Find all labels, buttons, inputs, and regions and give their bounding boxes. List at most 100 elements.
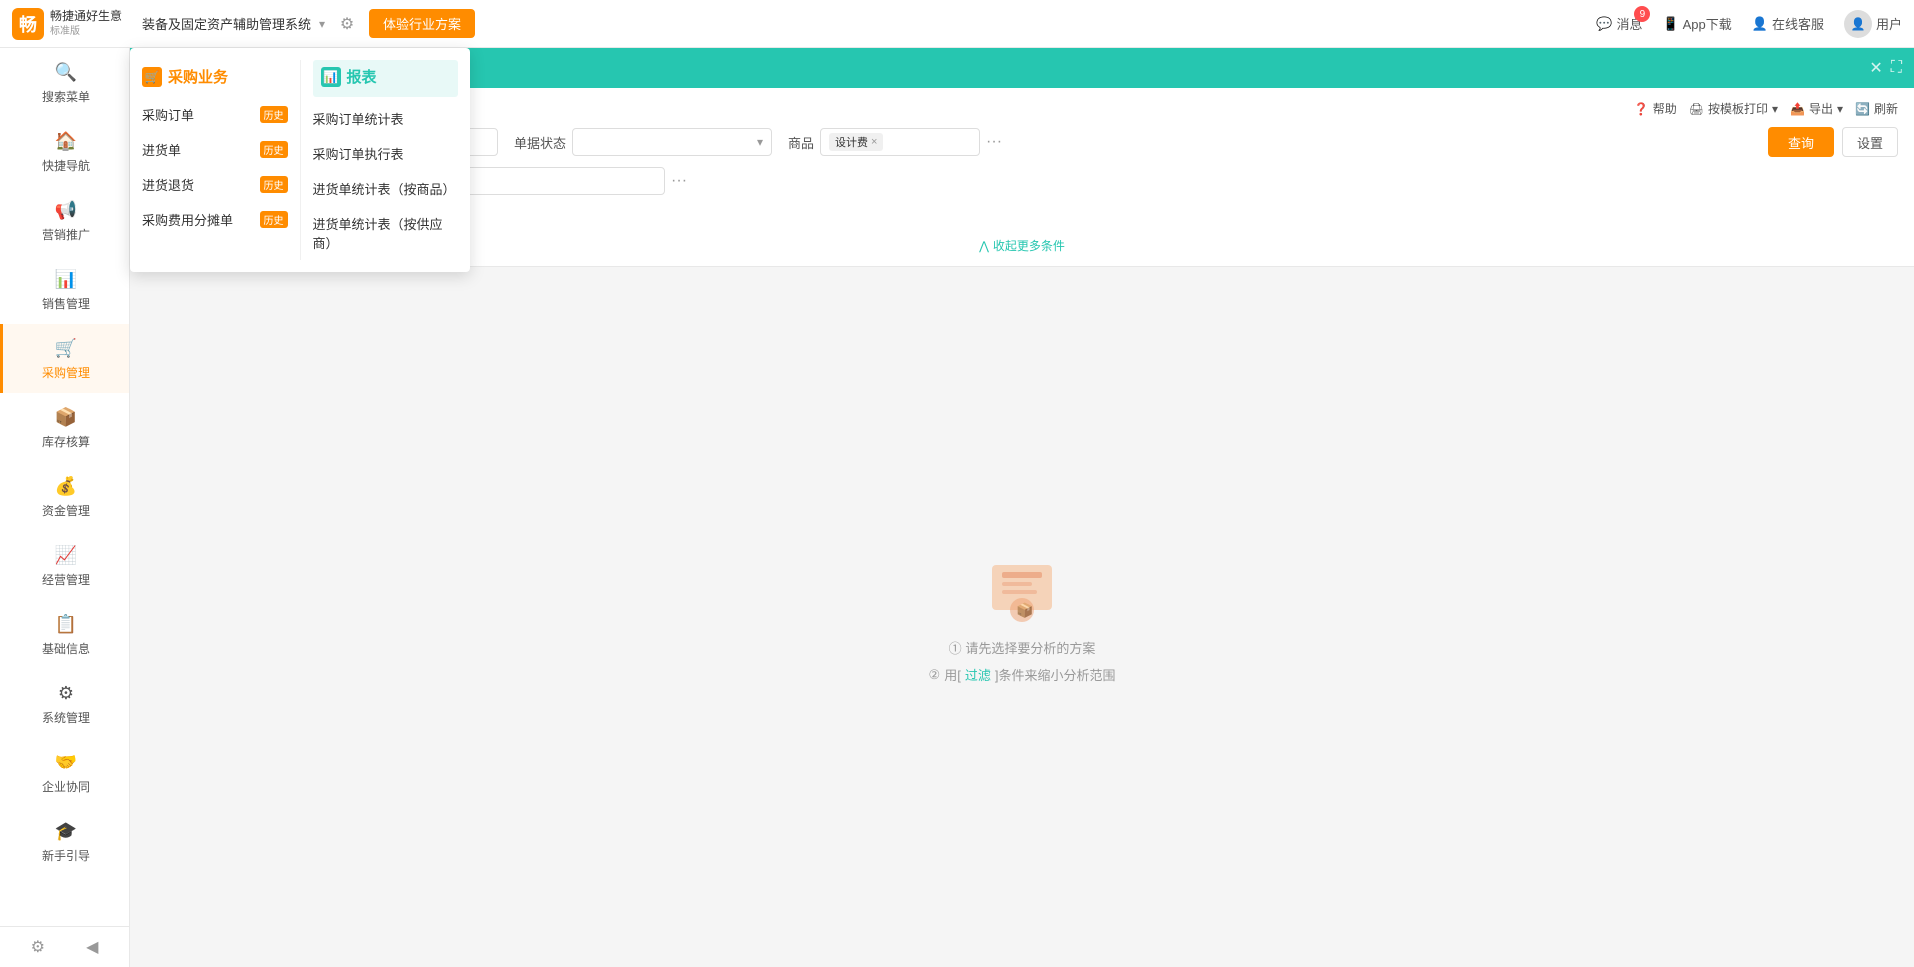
message-btn[interactable]: 💬 消息 9 xyxy=(1596,14,1642,33)
user-btn[interactable]: 👤 用户 xyxy=(1844,10,1902,38)
purchase-col-icon: 🛒 xyxy=(142,67,162,87)
sidebar-label-search: 搜索菜单 xyxy=(42,88,90,105)
dropdown-item-purchase-order[interactable]: 采购订单 历史 xyxy=(142,97,288,132)
export-label: 导出 xyxy=(1809,100,1833,117)
phone-icon: 📱 xyxy=(1662,16,1678,32)
sidebar-item-basic-info[interactable]: 📋 基础信息 xyxy=(0,600,129,669)
sidebar-collapse-btn[interactable]: ◀ xyxy=(86,937,98,957)
sales-icon: 📊 xyxy=(54,267,78,291)
tab-maximize-icon[interactable]: ⛶ xyxy=(1891,59,1902,77)
logo-text: 畅捷通好生意 标准版 xyxy=(50,9,122,38)
tab-close-all-icon[interactable]: ✕ xyxy=(1869,58,1882,78)
system-settings-icon[interactable]: ⚙ xyxy=(333,10,361,38)
sidebar-settings-btn[interactable]: ⚙ xyxy=(31,937,45,957)
sidebar-item-sales[interactable]: 📊 销售管理 xyxy=(0,255,129,324)
print-btn[interactable]: 🖨 按模板打印 ▾ xyxy=(1689,100,1778,117)
print-icon: 🖨 xyxy=(1689,102,1704,116)
help-label: 帮助 xyxy=(1653,100,1677,117)
salesperson-filter-select[interactable] xyxy=(465,167,665,195)
sidebar-item-guide[interactable]: 🎓 新手引导 xyxy=(0,807,129,876)
dropdown-item-inbound[interactable]: 进货单 历史 xyxy=(142,132,288,167)
dropdown-item-purchase-order-stats[interactable]: 采购订单统计表 xyxy=(313,101,459,136)
sidebar-item-marketing[interactable]: 📢 营销推广 xyxy=(0,186,129,255)
sidebar-item-system[interactable]: ⚙ 系统管理 xyxy=(0,669,129,738)
export-btn[interactable]: 📤 导出 ▾ xyxy=(1790,100,1843,117)
goods-tag: 设计费 × xyxy=(829,133,883,151)
export-dropdown-arrow: ▾ xyxy=(1837,102,1843,116)
main-layout: 🔍 搜索菜单 🏠 快捷导航 📢 营销推广 📊 销售管理 🛒 采购管理 📦 库存核… xyxy=(0,48,1914,967)
purchase-order-stats-label: 采购订单统计表 xyxy=(313,109,404,128)
empty-state: 📦 ① 请先选择要分析的方案 ② 用[ 过滤 ]条件来缩小分析范围 xyxy=(130,267,1914,967)
inbound-label: 进货单 xyxy=(142,140,181,159)
app-download-btn[interactable]: 📱 App下载 xyxy=(1662,14,1731,33)
settings-btn[interactable]: 设置 xyxy=(1842,127,1898,157)
collapse-btn[interactable]: ⋀ 收起更多条件 xyxy=(979,237,1065,254)
home-icon: 🏠 xyxy=(54,129,78,153)
empty-tip2: ② 用[ 过滤 ]条件来缩小分析范围 xyxy=(929,665,1116,684)
message-badge: 9 xyxy=(1634,6,1650,22)
sidebar-item-operations[interactable]: 📈 经营管理 xyxy=(0,531,129,600)
goods-filter-label: 商品 xyxy=(788,133,814,152)
collapse-up-icon: ⋀ xyxy=(979,239,989,253)
dropdown-item-cost-alloc[interactable]: 采购费用分摊单 历史 xyxy=(142,202,288,237)
refresh-btn[interactable]: 🔄 刷新 xyxy=(1855,100,1898,117)
user-label: 用户 xyxy=(1876,14,1902,33)
dropdown-item-inbound-stats-goods[interactable]: 进货单统计表（按商品） xyxy=(313,171,459,206)
sidebar-item-purchase[interactable]: 🛒 采购管理 xyxy=(0,324,129,393)
sidebar-label-system: 系统管理 xyxy=(42,709,90,726)
avatar-icon: 👤 xyxy=(1851,17,1866,31)
top-header: 畅 畅捷通好生意 标准版 装备及固定资产辅助管理系统 ▾ ⚙ 体验行业方案 💬 … xyxy=(0,0,1914,48)
dropdown-item-return[interactable]: 进货退货 历史 xyxy=(142,167,288,202)
sidebar-item-nav[interactable]: 🏠 快捷导航 xyxy=(0,117,129,186)
sidebar-item-search[interactable]: 🔍 搜索菜单 xyxy=(0,48,129,117)
help-btn[interactable]: ❓ 帮助 xyxy=(1634,100,1677,117)
cost-alloc-history: 历史 xyxy=(260,211,288,228)
purchase-order-label: 采购订单 xyxy=(142,105,194,124)
message-icon: 💬 xyxy=(1596,16,1612,32)
sidebar-item-finance[interactable]: 💰 资金管理 xyxy=(0,462,129,531)
dropdown-menu-inner: 🛒 采购业务 采购订单 历史 进货单 历史 进货退货 历史 采购费用分摊 xyxy=(130,60,470,260)
help-icon: ❓ xyxy=(1634,102,1649,116)
status-filter-select[interactable]: ▾ xyxy=(572,128,772,156)
sidebar-label-basic-info: 基础信息 xyxy=(42,640,90,657)
online-service-label: 在线客服 xyxy=(1772,14,1824,33)
system-dropdown-arrow[interactable]: ▾ xyxy=(319,17,325,31)
goods-filter-select[interactable]: 设计费 × xyxy=(820,128,980,156)
inbound-stats-supplier-label: 进货单统计表（按供应商） xyxy=(313,214,459,252)
goods-tag-remove[interactable]: × xyxy=(871,136,877,148)
svg-text:📦: 📦 xyxy=(1016,602,1033,619)
sidebar-item-inventory[interactable]: 📦 库存核算 xyxy=(0,393,129,462)
finance-icon: 💰 xyxy=(54,474,78,498)
online-service-btn[interactable]: 👤 在线客服 xyxy=(1752,14,1824,33)
salesperson-more-btn[interactable]: ··· xyxy=(671,172,687,190)
avatar: 👤 xyxy=(1844,10,1872,38)
inbound-history: 历史 xyxy=(260,141,288,158)
filter-status: 单据状态 ▾ xyxy=(514,128,772,156)
dropdown-item-inbound-stats-supplier[interactable]: 进货单统计表（按供应商） xyxy=(313,206,459,260)
logo-line2: 标准版 xyxy=(50,25,122,38)
goods-more-btn[interactable]: ··· xyxy=(986,133,1002,151)
status-filter-label: 单据状态 xyxy=(514,133,566,152)
purchase-dropdown-menu: 🛒 采购业务 采购订单 历史 进货单 历史 进货退货 历史 采购费用分摊 xyxy=(130,48,470,272)
header-middle: 装备及固定资产辅助管理系统 ▾ ⚙ 体验行业方案 xyxy=(142,9,1596,38)
inbound-stats-goods-label: 进货单统计表（按商品） xyxy=(313,179,456,198)
sidebar-label-purchase: 采购管理 xyxy=(42,364,90,381)
refresh-icon: 🔄 xyxy=(1855,102,1870,116)
dropdown-item-purchase-order-exec[interactable]: 采购订单执行表 xyxy=(313,136,459,171)
return-label: 进货退货 xyxy=(142,175,194,194)
collapse-label: 收起更多条件 xyxy=(993,237,1065,254)
dropdown-report-col: 📊 报表 采购订单统计表 采购订单执行表 进货单统计表（按商品） 进货单统计表（… xyxy=(301,60,471,260)
industry-btn[interactable]: 体验行业方案 xyxy=(369,9,475,38)
tab-bar-right: ✕ ⛶ xyxy=(1869,58,1914,78)
purchase-icon: 🛒 xyxy=(54,336,78,360)
header-right: 💬 消息 9 📱 App下载 👤 在线客服 👤 用户 xyxy=(1596,10,1902,38)
action-btns: 查询 设置 xyxy=(1768,127,1898,157)
sidebar-item-enterprise[interactable]: 🤝 企业协同 xyxy=(0,738,129,807)
query-btn[interactable]: 查询 xyxy=(1768,127,1834,157)
logo-area: 畅 畅捷通好生意 标准版 xyxy=(12,8,142,40)
return-history: 历史 xyxy=(260,176,288,193)
export-icon: 📤 xyxy=(1790,102,1805,116)
sidebar-label-nav: 快捷导航 xyxy=(42,157,90,174)
empty-tip2-suffix: ]条件来缩小分析范围 xyxy=(995,665,1116,684)
basic-info-icon: 📋 xyxy=(54,612,78,636)
